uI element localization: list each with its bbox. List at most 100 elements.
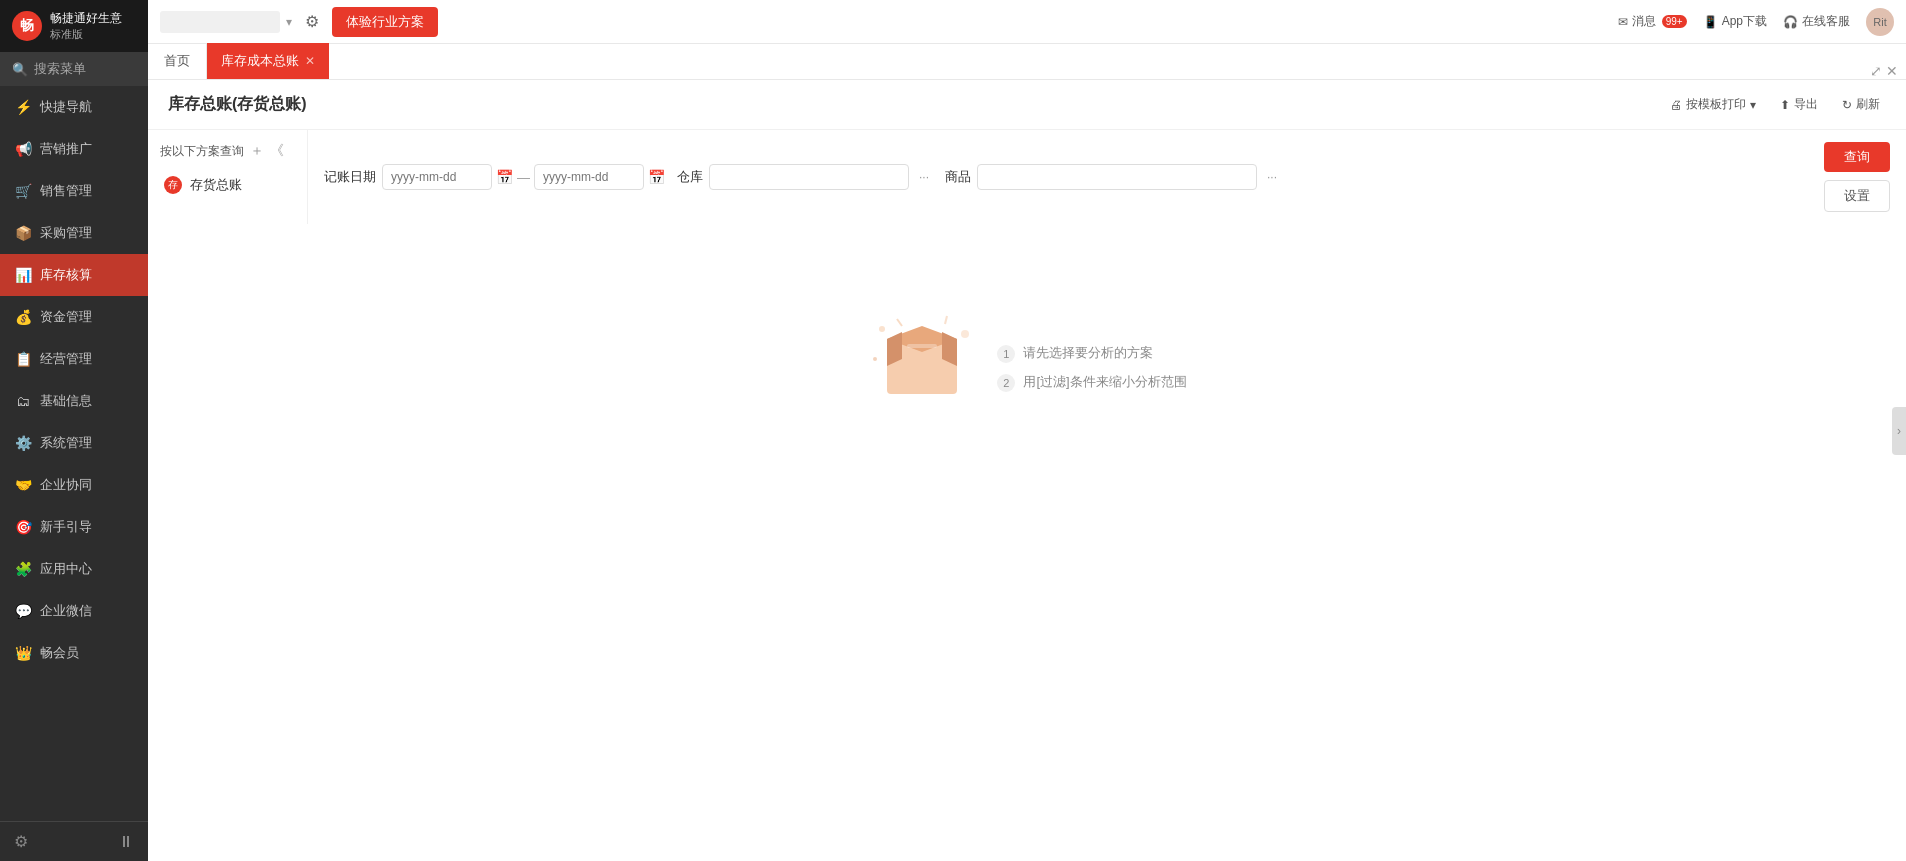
operation-icon: 📋: [14, 350, 32, 368]
basic-icon: 🗂: [14, 392, 32, 410]
inventory-icon: 📊: [14, 266, 32, 284]
sidebar-item-purchase[interactable]: 📦 采购管理: [0, 212, 148, 254]
filter-option-inventory[interactable]: 存 存货总账: [148, 168, 307, 202]
hint-num-2: 2: [997, 374, 1015, 392]
print-chevron-icon: ▾: [1750, 98, 1756, 112]
settings-icon[interactable]: ⚙: [14, 832, 28, 851]
filter-fields: 记账日期 📅 — 📅 仓库 ··: [308, 130, 1906, 224]
svg-point-7: [873, 357, 877, 361]
sidebar-item-sales[interactable]: 🛒 销售管理: [0, 170, 148, 212]
topbar-title-area: ▾ ⚙ 体验行业方案: [160, 7, 1610, 37]
inventory-option-icon: 存: [164, 176, 182, 194]
appstore-icon: 🧩: [14, 560, 32, 578]
filter-area: 按以下方案查询 ＋ 《 存 存货总账 记账日期: [148, 130, 1906, 224]
filter-action-btns: 查询 设置: [1824, 142, 1890, 212]
right-edge-expand-btn[interactable]: ›: [1892, 407, 1906, 455]
sidebar-item-inventory[interactable]: 📊 库存核算: [0, 254, 148, 296]
filter-add-btn[interactable]: ＋: [250, 142, 264, 160]
right-edge-icon: ›: [1897, 424, 1901, 438]
tab-inventory-cost[interactable]: 库存成本总账 ✕: [207, 43, 329, 79]
hint-item-1: 1 请先选择要分析的方案: [997, 344, 1186, 363]
svg-point-6: [961, 330, 969, 338]
wechat-icon: 💬: [14, 602, 32, 620]
corp-icon: 🤝: [14, 476, 32, 494]
sidebar-item-vip[interactable]: 👑 畅会员: [0, 632, 148, 674]
page-header-actions: 🖨 按模板打印 ▾ ⬆ 导出 ↻ 刷新: [1664, 92, 1886, 117]
export-icon: ⬆: [1780, 98, 1790, 112]
industry-btn[interactable]: 体验行业方案: [332, 7, 438, 37]
sidebar-item-newguide[interactable]: 🎯 新手引导: [0, 506, 148, 548]
sidebar-item-system[interactable]: ⚙️ 系统管理: [0, 422, 148, 464]
topbar-search-input[interactable]: [160, 11, 280, 33]
warehouse-more-btn[interactable]: ···: [915, 170, 933, 184]
warehouse-label: 仓库: [677, 168, 703, 186]
print-btn[interactable]: 🖨 按模板打印 ▾: [1664, 92, 1762, 117]
printer-icon: 🖨: [1670, 98, 1682, 112]
sidebar-item-appstore[interactable]: 🧩 应用中心: [0, 548, 148, 590]
chevron-down-icon[interactable]: ▾: [286, 15, 292, 29]
marketing-icon: 📢: [14, 140, 32, 158]
page-title: 库存总账(存货总账): [168, 94, 307, 115]
headset-icon: 🎧: [1783, 15, 1798, 29]
set-button[interactable]: 设置: [1824, 180, 1890, 212]
product-input[interactable]: [977, 164, 1257, 190]
system-icon: ⚙️: [14, 434, 32, 452]
sidebar-nav: ⚡ 快捷导航 📢 营销推广 🛒 销售管理 📦 采购管理 📊 库存核算 💰 资金管…: [0, 86, 148, 821]
svg-rect-4: [907, 344, 937, 348]
topbar: ▾ ⚙ 体验行业方案 ✉ 消息 99+ 📱 App下载 🎧 在线客服 Rit: [148, 0, 1906, 44]
messages-btn[interactable]: ✉ 消息 99+: [1618, 13, 1687, 30]
messages-badge: 99+: [1662, 15, 1687, 28]
phone-icon: 📱: [1703, 15, 1718, 29]
shortcut-icon: ⚡: [14, 98, 32, 116]
app-download-btn[interactable]: 📱 App下载: [1703, 13, 1767, 30]
purchase-icon: 📦: [14, 224, 32, 242]
sidebar-item-wechat[interactable]: 💬 企业微信: [0, 590, 148, 632]
query-button[interactable]: 查询: [1824, 142, 1890, 172]
product-more-btn[interactable]: ···: [1263, 170, 1281, 184]
filter-row: 记账日期 📅 — 📅 仓库 ··: [324, 142, 1890, 212]
refresh-icon: ↻: [1842, 98, 1852, 112]
panel-expand-icon[interactable]: ⤢: [1870, 63, 1882, 79]
sidebar: 畅 畅捷通好生意 标准版 🔍 搜索菜单 ⚡ 快捷导航 📢 营销推广 🛒 销售管理…: [0, 0, 148, 861]
refresh-btn[interactable]: ↻ 刷新: [1836, 92, 1886, 117]
content-area: 库存总账(存货总账) 🖨 按模板打印 ▾ ⬆ 导出 ↻ 刷新: [148, 80, 1906, 861]
export-btn[interactable]: ⬆ 导出: [1774, 92, 1824, 117]
empty-content-row: 1 请先选择要分析的方案 2 用[过滤]条件来缩小分析范围: [867, 304, 1186, 431]
date-start-input[interactable]: [382, 164, 492, 190]
topbar-right: ✉ 消息 99+ 📱 App下载 🎧 在线客服 Rit: [1618, 8, 1894, 36]
warehouse-input[interactable]: [709, 164, 909, 190]
sidebar-item-shortcut[interactable]: ⚡ 快捷导航: [0, 86, 148, 128]
date-input-wrapper: 📅 — 📅: [382, 164, 665, 190]
filter-collapse-btn[interactable]: 《: [270, 142, 284, 160]
empty-hints: 1 请先选择要分析的方案 2 用[过滤]条件来缩小分析范围: [997, 344, 1186, 392]
date-separator: —: [517, 170, 530, 185]
newguide-icon: 🎯: [14, 518, 32, 536]
sidebar-footer: ⚙ ⏸: [0, 821, 148, 861]
user-avatar[interactable]: Rit: [1866, 8, 1894, 36]
date-end-input[interactable]: [534, 164, 644, 190]
logo-text: 畅捷通好生意 标准版: [50, 11, 122, 41]
product-label: 商品: [945, 168, 971, 186]
sidebar-item-operation[interactable]: 📋 经营管理: [0, 338, 148, 380]
page-header: 库存总账(存货总账) 🖨 按模板打印 ▾ ⬆ 导出 ↻ 刷新: [148, 80, 1906, 130]
tab-close-icon[interactable]: ✕: [305, 54, 315, 68]
collapse-icon[interactable]: ⏸: [118, 833, 134, 851]
sidebar-item-basic[interactable]: 🗂 基础信息: [0, 380, 148, 422]
logo-icon: 畅: [12, 11, 42, 41]
panel-close-icon[interactable]: ✕: [1886, 63, 1898, 79]
calendar-start-icon[interactable]: 📅: [496, 169, 513, 185]
sidebar-item-finance[interactable]: 💰 资金管理: [0, 296, 148, 338]
svg-point-5: [879, 326, 885, 332]
sidebar-item-marketing[interactable]: 📢 营销推广: [0, 128, 148, 170]
warehouse-filter-field: 仓库 ···: [677, 164, 933, 190]
online-service-btn[interactable]: 🎧 在线客服: [1783, 13, 1850, 30]
calendar-end-icon[interactable]: 📅: [648, 169, 665, 185]
empty-state: 1 请先选择要分析的方案 2 用[过滤]条件来缩小分析范围: [148, 224, 1906, 511]
sidebar-search[interactable]: 🔍 搜索菜单: [0, 52, 148, 86]
sidebar-item-corp[interactable]: 🤝 企业协同: [0, 464, 148, 506]
hint-item-2: 2 用[过滤]条件来缩小分析范围: [997, 373, 1186, 392]
filter-scheme-panel: 按以下方案查询 ＋ 《 存 存货总账: [148, 130, 308, 224]
sales-icon: 🛒: [14, 182, 32, 200]
tab-home[interactable]: 首页: [148, 43, 207, 79]
topbar-gear-icon[interactable]: ⚙: [298, 8, 326, 36]
